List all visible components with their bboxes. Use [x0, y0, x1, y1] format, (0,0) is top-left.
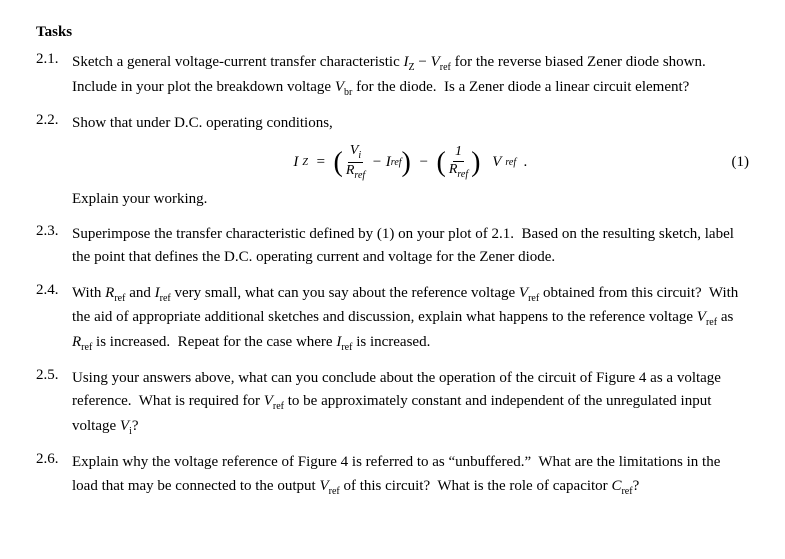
task-2-2: 2.2. Show that under D.C. operating cond… [36, 112, 749, 211]
task-content-2-1: Sketch a general voltage-current transfe… [72, 51, 749, 100]
task-number-2-6: 2.6. [36, 451, 72, 468]
task-2-4: 2.4. With Rref and Iref very small, what… [36, 282, 749, 356]
task-content-2-6: Explain why the voltage reference of Fig… [72, 451, 749, 499]
section-heading: Tasks [36, 24, 749, 41]
equation-block: IZ = ( Vi Rref − Iref ) − ( [72, 143, 749, 182]
task-2-1: 2.1. Sketch a general voltage-current tr… [36, 51, 749, 100]
task-number-2-2: 2.2. [36, 112, 72, 129]
equation: IZ = ( Vi Rref − Iref ) − ( [293, 143, 527, 182]
task-content-2-3: Superimpose the transfer characteristic … [72, 223, 749, 270]
task-number-2-3: 2.3. [36, 223, 72, 240]
task-2-2-intro: Show that under D.C. operating condition… [72, 112, 749, 135]
task-number-2-4: 2.4. [36, 282, 72, 299]
tasks-section: Tasks 2.1. Sketch a general voltage-curr… [36, 24, 749, 499]
task-2-3: 2.3. Superimpose the transfer characteri… [36, 223, 749, 270]
task-content-2-4: With Rref and Iref very small, what can … [72, 282, 749, 356]
task-2-6: 2.6. Explain why the voltage reference o… [36, 451, 749, 499]
task-2-2-explain: Explain your working. [72, 188, 749, 211]
task-number-2-5: 2.5. [36, 367, 72, 384]
task-content-2-5: Using your answers above, what can you c… [72, 367, 749, 439]
task-content-2-2: Show that under D.C. operating condition… [72, 112, 749, 211]
task-number-2-1: 2.1. [36, 51, 72, 68]
task-2-5: 2.5. Using your answers above, what can … [36, 367, 749, 439]
equation-number: (1) [732, 151, 750, 174]
